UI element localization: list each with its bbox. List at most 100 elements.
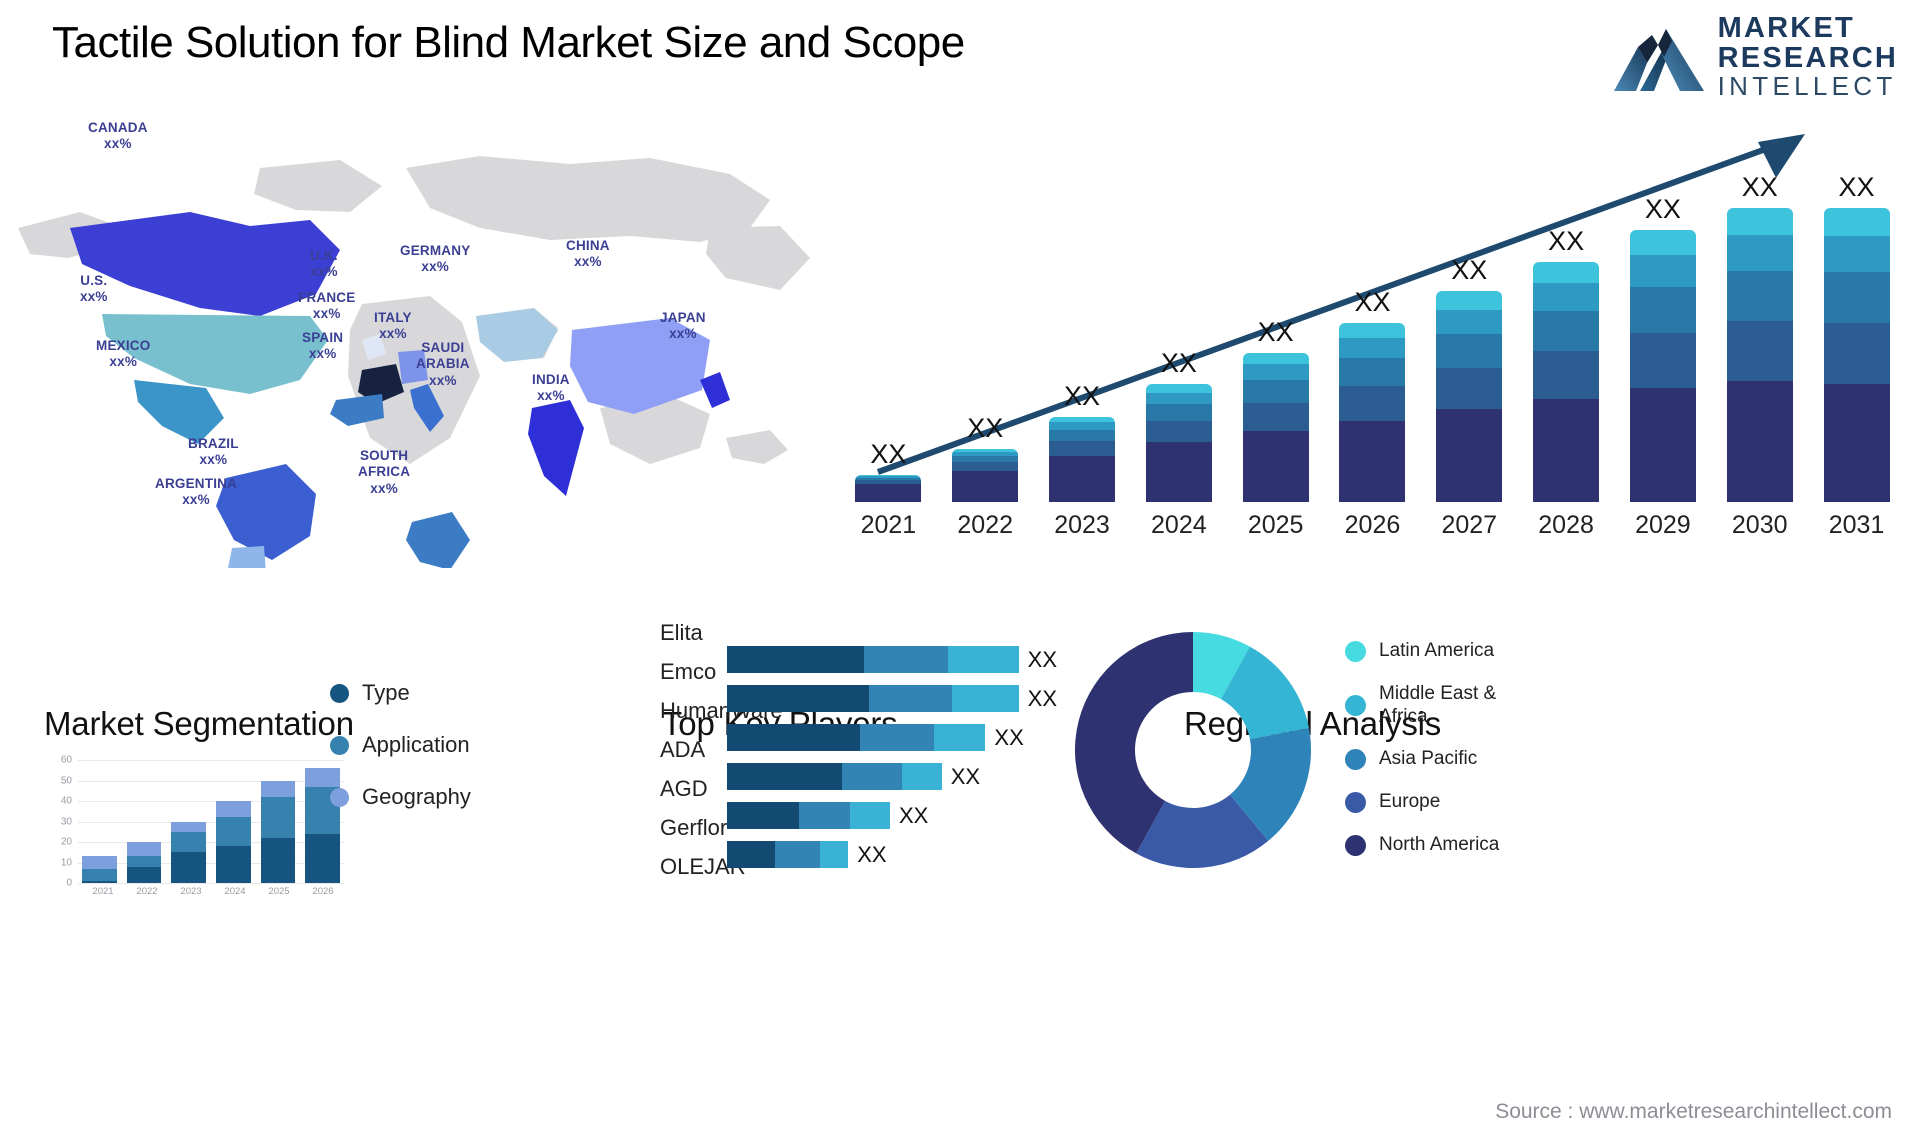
segmentation-bar-segment — [260, 796, 296, 838]
forecast-bar-segment — [1533, 399, 1600, 502]
map-label-japan-value: xx% — [669, 326, 697, 342]
forecast-bar-column: XX — [1130, 172, 1227, 502]
brand-logo: MARKET RESEARCH INTELLECT — [1613, 13, 1898, 100]
segmentation-plot: 60 50 40 30 20 10 0 — [61, 755, 344, 889]
segmentation-bar-segment — [171, 821, 207, 832]
regional-legend-item: Europe — [1345, 791, 1529, 814]
forecast-year-axis: 2021 2022 2023 2024 2025 2026 2027 2028 2029 2030… — [840, 511, 1905, 540]
country-argentina — [228, 546, 266, 568]
key-player-bar — [727, 841, 849, 868]
map-label-mexico-country: MEXICO — [96, 338, 151, 353]
map-label-saudi-country2: ARABIA — [416, 356, 470, 372]
legend-label: Middle East & Africa — [1379, 682, 1497, 727]
map-label-us-country: U.S. — [80, 273, 108, 288]
forecast-bar-segment — [1436, 409, 1503, 502]
segmentation-bar-segment — [82, 880, 117, 883]
forecast-bar-stack — [1823, 208, 1890, 502]
forecast-bar-segment — [1436, 309, 1503, 334]
segmentation-y-tick: 60 — [60, 754, 72, 766]
key-player-bar-segment — [868, 685, 952, 712]
forecast-bar-segment — [1242, 402, 1309, 431]
forecast-bar-value-label: XX — [1451, 255, 1488, 286]
key-player-value-label: XX — [899, 802, 929, 828]
map-label-mexico: MEXICO xx% — [96, 338, 150, 371]
segmentation-y-tick: 10 — [60, 857, 72, 868]
forecast-bar-segment — [1049, 455, 1116, 502]
key-player-bar-row: XX — [727, 796, 1057, 835]
forecast-bar-segment — [1049, 422, 1116, 430]
map-label-spain: SPAIN xx% — [302, 330, 343, 363]
segmentation-gridline — [78, 883, 344, 884]
source-text: Source : www.marketresearchintellect.com — [1495, 1100, 1892, 1123]
country-japan — [700, 372, 730, 408]
forecast-year-label: 2030 — [1731, 511, 1788, 539]
forecast-bar-column: XX — [1615, 172, 1712, 502]
legend-color-dot — [330, 683, 349, 703]
forecast-bar-segment — [952, 470, 1019, 502]
key-player-bar-row: XX — [727, 718, 1057, 757]
forecast-bar-segment — [1629, 230, 1696, 255]
country-mexico — [134, 380, 224, 444]
legend-color-dot — [1345, 792, 1366, 814]
segmentation-legend-item: Geography — [330, 784, 471, 810]
regional-legend-item: North America — [1345, 834, 1529, 857]
forecast-bar-segment — [1145, 392, 1212, 405]
map-label-germany: GERMANY xx% — [400, 243, 470, 276]
map-label-south-africa-value: xx% — [370, 480, 398, 496]
forecast-bar-segment — [1145, 384, 1212, 393]
map-label-italy-country: ITALY — [374, 310, 412, 325]
forecast-year-label: 2021 — [860, 511, 917, 539]
forecast-bar-segment — [1726, 271, 1793, 322]
forecast-bar-column: XX — [1227, 172, 1324, 502]
logo-mountain-icon — [1613, 28, 1704, 91]
forecast-bar-segment — [1823, 272, 1890, 324]
key-player-bar-segment — [727, 802, 799, 829]
key-player-value-label: XX — [1027, 685, 1057, 711]
forecast-bar-segment — [1629, 387, 1696, 502]
forecast-bar-column: XX — [1421, 172, 1518, 502]
map-label-uk-country: U.K. — [310, 248, 338, 263]
segmentation-y-tick: 30 — [60, 816, 72, 827]
map-label-us-value: xx% — [80, 289, 108, 305]
map-label-italy-value: xx% — [379, 326, 407, 342]
segmentation-bar-segment — [260, 780, 296, 797]
forecast-bar-value-label: XX — [1741, 172, 1778, 202]
key-players-bars: XX XX XX XX XX XX — [727, 640, 1057, 874]
key-player-bar-segment — [727, 763, 843, 790]
forecast-bar-value-label: XX — [870, 438, 907, 469]
segmentation-bar-segment — [216, 800, 251, 818]
world-map: CANADA xx% U.S. xx% MEXICO xx% BRAZIL xx… — [10, 108, 830, 568]
page-title: Tactile Solution for Blind Market Size a… — [52, 18, 965, 67]
map-label-france-country: FRANCE — [298, 290, 356, 305]
market-size-forecast-chart: XX XX XX XX XX XX XX XX XX XX XX 2021 2022 2023 2024 2… — [840, 120, 1905, 540]
forecast-bar-segment — [1242, 380, 1309, 403]
map-label-argentina-country: ARGENTINA — [155, 476, 238, 491]
forecast-bar-segment — [1629, 287, 1696, 333]
legend-color-dot — [1345, 749, 1366, 771]
forecast-bar-segment — [1049, 429, 1116, 441]
segmentation-x-tick: 2025 — [268, 886, 290, 897]
segmentation-y-tick: 20 — [60, 836, 72, 848]
forecast-bar-column: XX — [1034, 172, 1131, 502]
forecast-bar-segment — [1242, 352, 1309, 365]
forecast-bar-stack — [855, 474, 922, 502]
regional-legend-item: Latin America — [1345, 640, 1529, 663]
forecast-bar-segment — [1726, 321, 1793, 381]
legend-color-dot — [1345, 695, 1366, 717]
forecast-bar-segment — [1726, 208, 1793, 236]
map-label-saudi-country: SAUDI — [421, 340, 465, 355]
forecast-bar-segment — [1145, 420, 1212, 443]
key-player-bar — [727, 763, 942, 790]
segmentation-legend: Type Application Geography — [330, 680, 471, 810]
forecast-bar-segment — [1533, 283, 1600, 312]
key-player-bar-segment — [727, 724, 861, 751]
forecast-bar-segment — [1823, 383, 1890, 502]
logo-line-research: RESEARCH — [1717, 41, 1898, 74]
forecast-bar-segment — [1533, 351, 1600, 400]
segmentation-bar-segment — [171, 831, 207, 853]
segmentation-bar-segment — [82, 856, 117, 869]
segmentation-bar-segment — [126, 842, 162, 857]
forecast-bar-value-label: XX — [1257, 316, 1294, 347]
segmentation-x-tick: 2026 — [312, 886, 334, 897]
forecast-bar-value-label: XX — [1838, 172, 1875, 202]
